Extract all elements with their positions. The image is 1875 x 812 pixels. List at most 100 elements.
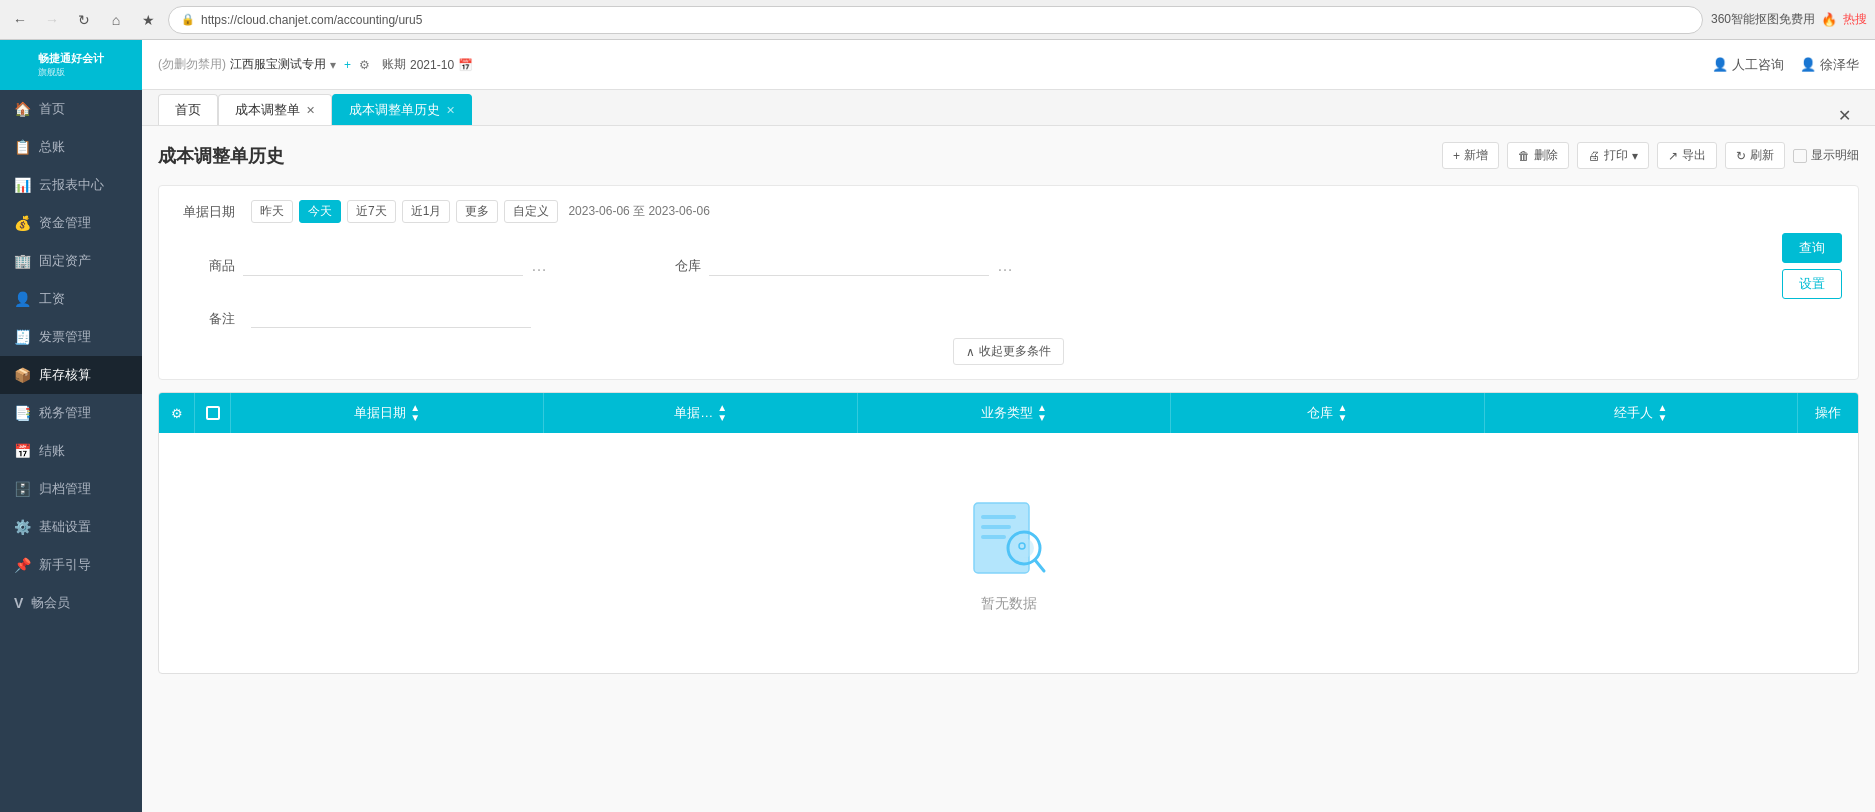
display-toggle-label: 显示明细	[1811, 147, 1859, 164]
date-btn-1month[interactable]: 近1月	[402, 200, 451, 223]
th-warehouse-label: 仓库	[1307, 404, 1333, 422]
sidebar-item-funds[interactable]: 💰 资金管理	[0, 204, 142, 242]
browser-tools: 360智能抠图免费用 🔥 热搜	[1711, 11, 1867, 28]
collapse-btn[interactable]: ∧ 收起更多条件	[953, 338, 1064, 365]
table-header: ⚙ 单据日期 ▲▼ 单据… ▲▼ 业务类型 ▲▼	[159, 393, 1858, 433]
sidebar-label-ledger: 总账	[39, 138, 65, 156]
date-btn-today[interactable]: 今天	[299, 200, 341, 223]
sidebar-item-salary[interactable]: 👤 工资	[0, 280, 142, 318]
sidebar-item-settings[interactable]: ⚙️ 基础设置	[0, 508, 142, 546]
query-btn[interactable]: 查询	[1782, 233, 1842, 263]
filter-settings-label: 设置	[1799, 275, 1825, 293]
home-button[interactable]: ⌂	[104, 8, 128, 32]
salary-icon: 👤	[14, 291, 31, 307]
export-btn[interactable]: ↗ 导出	[1657, 142, 1717, 169]
forward-button[interactable]: →	[40, 8, 64, 32]
tab-cost-adjust[interactable]: 成本调整单 ✕	[218, 94, 332, 125]
browser-chrome: ← → ↻ ⌂ ★ 🔒 https://cloud.chanjet.com/ac…	[0, 0, 1875, 40]
date-btn-more[interactable]: 更多	[456, 200, 498, 223]
settings-small-icon[interactable]: ⚙	[359, 58, 370, 72]
support-label: 人工咨询	[1732, 56, 1784, 74]
address-bar[interactable]: 🔒 https://cloud.chanjet.com/accounting/u…	[168, 6, 1703, 34]
sidebar-label-settings: 基础设置	[39, 518, 91, 536]
sidebar-item-assets[interactable]: 🏢 固定资产	[0, 242, 142, 280]
user-btn[interactable]: 👤 徐泽华	[1800, 56, 1859, 74]
th-date[interactable]: 单据日期 ▲▼	[231, 393, 544, 433]
display-toggle-checkbox[interactable]	[1793, 149, 1807, 163]
warehouse-ellipsis[interactable]: …	[997, 257, 1015, 275]
tab-cost-adjust-history[interactable]: 成本调整单历史 ✕	[332, 94, 472, 125]
select-all-checkbox[interactable]	[206, 406, 220, 420]
fire-icon: 🔥	[1821, 12, 1837, 27]
header-right: 👤 人工咨询 👤 徐泽华	[1712, 56, 1859, 74]
page-header: 成本调整单历史 + 新增 🗑 删除 🖨 打印 ▾	[158, 142, 1859, 169]
user-avatar-icon: 👤	[1800, 57, 1816, 72]
collapse-up-icon: ∧	[966, 345, 975, 359]
user-name: 徐泽华	[1820, 56, 1859, 74]
sidebar-item-archive[interactable]: 🗄️ 归档管理	[0, 470, 142, 508]
sidebar-item-closing[interactable]: 📅 结账	[0, 432, 142, 470]
page-area: 成本调整单历史 + 新增 🗑 删除 🖨 打印 ▾	[142, 126, 1875, 812]
svg-rect-3	[981, 535, 1006, 539]
export-icon: ↗	[1668, 149, 1678, 163]
collapse-label: 收起更多条件	[979, 343, 1051, 360]
header-period: 账期 2021-10 📅	[382, 56, 473, 73]
new-btn[interactable]: + 新增	[1442, 142, 1499, 169]
date-filter-label: 单据日期	[175, 203, 235, 221]
goods-ellipsis[interactable]: …	[531, 257, 549, 275]
main-content: (勿删勿禁用) 江西服宝测试专用 ▾ + ⚙ 账期 2021-10 📅 👤 人工…	[142, 40, 1875, 812]
sidebar-label-inventory: 库存核算	[39, 366, 91, 384]
goods-input[interactable]	[243, 257, 523, 276]
delete-btn[interactable]: 🗑 删除	[1507, 142, 1569, 169]
tab-cost-adjust-close[interactable]: ✕	[306, 104, 315, 117]
export-btn-label: 导出	[1682, 147, 1706, 164]
print-btn[interactable]: 🖨 打印 ▾	[1577, 142, 1649, 169]
refresh-button[interactable]: ↻	[72, 8, 96, 32]
tab-cost-adjust-history-close[interactable]: ✕	[446, 104, 455, 117]
th-number-sort: ▲▼	[717, 403, 727, 423]
tab-home[interactable]: 首页	[158, 94, 218, 125]
print-dropdown-icon: ▾	[1632, 149, 1638, 163]
sidebar-label-member: 畅会员	[31, 594, 70, 612]
th-biztype[interactable]: 业务类型 ▲▼	[858, 393, 1171, 433]
date-btn-7days[interactable]: 近7天	[347, 200, 396, 223]
sidebar-item-guide[interactable]: 📌 新手引导	[0, 546, 142, 584]
sidebar-item-tax[interactable]: 📑 税务管理	[0, 394, 142, 432]
sidebar-item-home[interactable]: 🏠 首页	[0, 90, 142, 128]
sidebar-item-invoice[interactable]: 🧾 发票管理	[0, 318, 142, 356]
sidebar-label-archive: 归档管理	[39, 480, 91, 498]
table-select-all[interactable]	[195, 393, 231, 433]
print-btn-label: 打印	[1604, 147, 1628, 164]
bookmark-button[interactable]: ★	[136, 8, 160, 32]
sidebar-item-inventory[interactable]: 📦 库存核算	[0, 356, 142, 394]
remark-input[interactable]	[251, 309, 531, 328]
th-number[interactable]: 单据… ▲▼	[544, 393, 857, 433]
th-warehouse-sort: ▲▼	[1337, 403, 1347, 423]
empty-text: 暂无数据	[981, 595, 1037, 613]
date-btn-custom[interactable]: 自定义	[504, 200, 558, 223]
sidebar-item-ledger[interactable]: 📋 总账	[0, 128, 142, 166]
dropdown-icon[interactable]: ▾	[330, 58, 336, 72]
app-logo: 畅捷通好会计 旗舰版	[0, 40, 142, 90]
support-btn[interactable]: 👤 人工咨询	[1712, 56, 1784, 74]
refresh-page-btn[interactable]: ↻ 刷新	[1725, 142, 1785, 169]
sidebar-item-reports[interactable]: 📊 云报表中心	[0, 166, 142, 204]
date-btn-yesterday[interactable]: 昨天	[251, 200, 293, 223]
warehouse-input[interactable]	[709, 257, 989, 276]
back-button[interactable]: ←	[8, 8, 32, 32]
th-handler[interactable]: 经手人 ▲▼	[1485, 393, 1798, 433]
delete-btn-label: 删除	[1534, 147, 1558, 164]
add-company-btn[interactable]: +	[344, 58, 351, 72]
sidebar-item-member[interactable]: V 畅会员	[0, 584, 142, 622]
calendar-icon[interactable]: 📅	[458, 58, 473, 72]
tab-bar: 首页 成本调整单 ✕ 成本调整单历史 ✕ ✕	[142, 90, 1875, 126]
funds-icon: 💰	[14, 215, 31, 231]
closing-icon: 📅	[14, 443, 31, 459]
filter-settings-btn[interactable]: 设置	[1782, 269, 1842, 299]
search-label: 360智能抠图免费用	[1711, 11, 1815, 28]
support-icon: 👤	[1712, 57, 1728, 72]
table-settings-btn[interactable]: ⚙	[159, 393, 195, 433]
th-warehouse[interactable]: 仓库 ▲▼	[1171, 393, 1484, 433]
close-all-tabs-btn[interactable]: ✕	[1830, 106, 1859, 125]
page-title: 成本调整单历史	[158, 144, 284, 168]
